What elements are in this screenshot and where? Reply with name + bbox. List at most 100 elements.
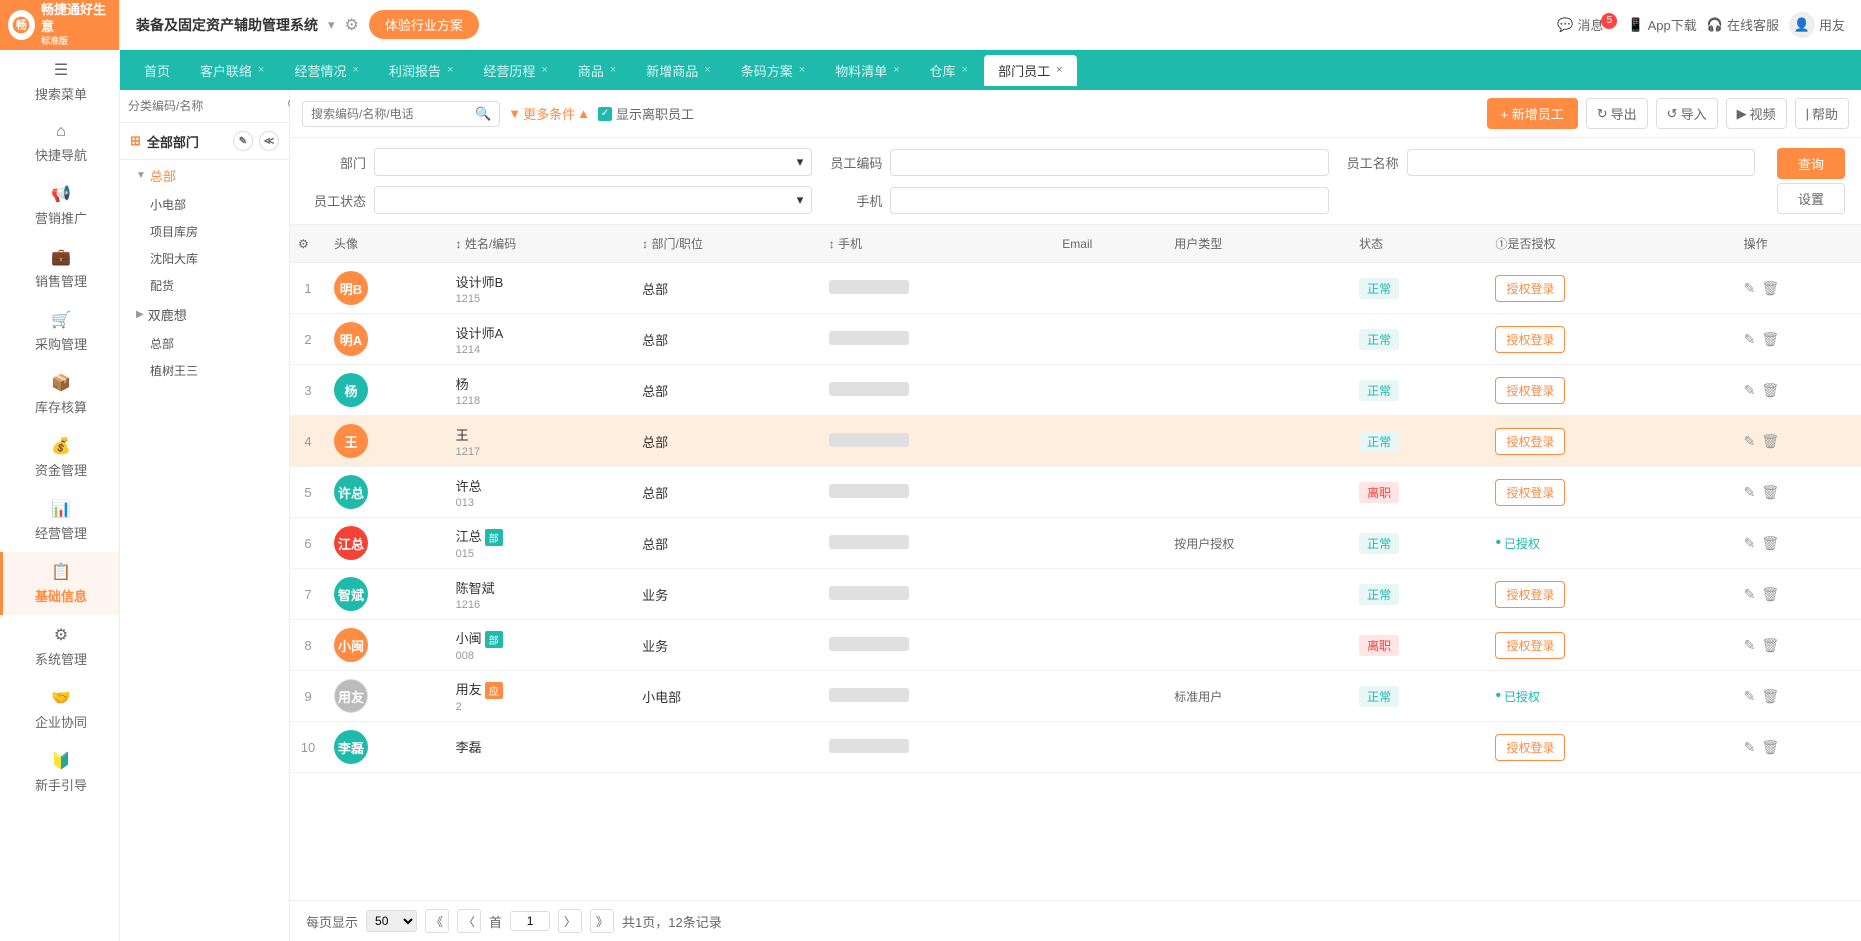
sidebar-item-guide[interactable]: 🔰 新手引导 — [0, 741, 119, 804]
tab-close-operation[interactable]: × — [352, 64, 358, 76]
sidebar-item-marketing[interactable]: 📢 营销推广 — [0, 174, 119, 237]
auth-btn[interactable]: 授权登录 — [1495, 632, 1565, 659]
help-btn[interactable]: | 帮助 — [1795, 98, 1849, 129]
tree-edit-btn[interactable]: ✎ — [233, 131, 253, 151]
add-employee-btn[interactable]: + 新增员工 — [1487, 98, 1578, 129]
delete-btn[interactable]: 🗑 — [1761, 586, 1779, 603]
sidebar-item-collab[interactable]: 🤝 企业协同 — [0, 678, 119, 741]
sidebar-item-finance[interactable]: 💰 资金管理 — [0, 426, 119, 489]
tab-close-material[interactable]: × — [893, 64, 899, 76]
tab-close-profit[interactable]: × — [447, 64, 453, 76]
col-settings[interactable]: ⚙ — [290, 225, 326, 263]
tree-node-shuanglu[interactable]: ▶ 双鹿想 — [120, 299, 289, 330]
delete-btn[interactable]: 🗑 — [1761, 688, 1779, 705]
next-page-btn[interactable]: 〉 — [558, 909, 582, 933]
tree-search-input[interactable] — [128, 99, 283, 113]
auth-btn[interactable]: 授权登录 — [1495, 734, 1565, 761]
col-dept[interactable]: ↕ 部门/职位 — [634, 225, 821, 263]
user-avatar-btn[interactable]: 👤 用友 — [1789, 12, 1845, 38]
status-select[interactable]: ▾ — [374, 186, 812, 214]
tab-profit[interactable]: 利润报告 × — [375, 55, 467, 86]
edit-btn[interactable]: ✎ — [1744, 688, 1756, 705]
message-btn[interactable]: 💬 消息 5 — [1557, 15, 1617, 34]
first-page-btn[interactable]: 《 — [425, 909, 449, 933]
sidebar-item-stock[interactable]: 📦 库存核算 — [0, 363, 119, 426]
sidebar-item-basic[interactable]: 📋 基础信息 — [0, 552, 119, 615]
delete-btn[interactable]: 🗑 — [1761, 331, 1779, 348]
tree-child-xiangmu[interactable]: 项目库房 — [120, 218, 289, 245]
tab-close-barcode[interactable]: × — [799, 64, 805, 76]
delete-btn[interactable]: 🗑 — [1761, 433, 1779, 450]
auth-btn[interactable]: 授权登录 — [1495, 377, 1565, 404]
auth-btn[interactable]: 授权登录 — [1495, 428, 1565, 455]
delete-btn[interactable]: 🗑 — [1761, 739, 1779, 756]
tree-child-zhishu[interactable]: 植树王三 — [120, 357, 289, 384]
edit-btn[interactable]: ✎ — [1744, 535, 1756, 552]
set-btn[interactable]: 设置 — [1777, 183, 1845, 214]
sidebar-item-operation[interactable]: 📊 经营管理 — [0, 489, 119, 552]
gear-icon[interactable]: ⚙ — [345, 15, 359, 35]
tab-goods[interactable]: 商品 × — [564, 55, 630, 86]
tree-child-zongbu[interactable]: 总部 — [120, 330, 289, 357]
per-page-select[interactable]: 50 20 100 — [366, 910, 417, 932]
delete-btn[interactable]: 🗑 — [1761, 637, 1779, 654]
code-input[interactable] — [890, 149, 1328, 176]
phone-input[interactable] — [890, 187, 1328, 214]
tab-newgoods[interactable]: 新增商品 × — [632, 55, 724, 86]
auth-btn[interactable]: 授权登录 — [1495, 581, 1565, 608]
dropdown-icon[interactable]: ▾ — [328, 17, 335, 33]
edit-btn[interactable]: ✎ — [1744, 433, 1756, 450]
tab-operation[interactable]: 经营情况 × — [280, 55, 372, 86]
edit-btn[interactable]: ✎ — [1744, 484, 1756, 501]
tab-close-goods[interactable]: × — [610, 64, 616, 76]
view-btn[interactable]: ▶ 视频 — [1726, 98, 1787, 129]
auth-btn[interactable]: 授权登录 — [1495, 479, 1565, 506]
sidebar-item-purchase[interactable]: 🛒 采购管理 — [0, 300, 119, 363]
sidebar-item-system[interactable]: ⚙ 系统管理 — [0, 615, 119, 678]
auth-btn[interactable]: 授权登录 — [1495, 326, 1565, 353]
import-btn[interactable]: ↺ 导入 — [1656, 98, 1718, 129]
tab-close-process[interactable]: × — [541, 64, 547, 76]
tree-collapse-btn[interactable]: ≪ — [259, 131, 279, 151]
prev-page-btn[interactable]: 〈 — [457, 909, 481, 933]
tab-close-customer[interactable]: × — [258, 64, 264, 76]
tree-node-zongbu[interactable]: ▼ 总部 — [120, 160, 289, 191]
export-btn[interactable]: ↻ 导出 — [1586, 98, 1648, 129]
delete-btn[interactable]: 🗑 — [1761, 280, 1779, 297]
query-btn[interactable]: 查询 — [1777, 148, 1845, 179]
tree-child-peihuo[interactable]: 配货 — [120, 272, 289, 299]
search-icon[interactable]: 🔍 — [475, 106, 491, 122]
sidebar-item-search[interactable]: ☰ 搜索菜单 — [0, 50, 119, 113]
dept-select[interactable]: ▾ — [374, 148, 812, 176]
page-input[interactable] — [510, 911, 550, 931]
online-service-btn[interactable]: 🎧 在线客服 — [1707, 15, 1779, 34]
tab-customer[interactable]: 客户联络 × — [186, 55, 278, 86]
edit-btn[interactable]: ✎ — [1744, 586, 1756, 603]
app-download-btn[interactable]: 📱 App下载 — [1627, 15, 1696, 34]
delete-btn[interactable]: 🗑 — [1761, 484, 1779, 501]
auth-btn[interactable]: 授权登录 — [1495, 275, 1565, 302]
edit-btn[interactable]: ✎ — [1744, 280, 1756, 297]
tab-barcode[interactable]: 条码方案 × — [727, 55, 819, 86]
tab-employees[interactable]: 部门员工 × — [984, 55, 1076, 86]
tab-process[interactable]: 经营历程 × — [469, 55, 561, 86]
tab-close-newgoods[interactable]: × — [704, 64, 710, 76]
edit-btn[interactable]: ✎ — [1744, 331, 1756, 348]
tab-warehouse[interactable]: 仓库 × — [916, 55, 982, 86]
delete-btn[interactable]: 🗑 — [1761, 535, 1779, 552]
col-name[interactable]: ↕ 姓名/编码 — [448, 225, 635, 263]
last-page-btn[interactable]: 》 — [590, 909, 614, 933]
experience-btn[interactable]: 体验行业方案 — [369, 10, 479, 39]
filter-more-btn[interactable]: ▼ 更多条件 ▲ — [508, 104, 590, 123]
edit-btn[interactable]: ✎ — [1744, 739, 1756, 756]
tab-close-warehouse[interactable]: × — [962, 64, 968, 76]
col-phone[interactable]: ↕ 手机 — [821, 225, 1055, 263]
tab-close-employees[interactable]: × — [1056, 64, 1062, 76]
tree-child-shenyang[interactable]: 沈阳大库 — [120, 245, 289, 272]
tab-material[interactable]: 物料清单 × — [821, 55, 913, 86]
delete-btn[interactable]: 🗑 — [1761, 382, 1779, 399]
name-input[interactable] — [1407, 149, 1755, 176]
tree-child-xiaodianbu[interactable]: 小电部 — [120, 191, 289, 218]
edit-btn[interactable]: ✎ — [1744, 637, 1756, 654]
show-resigned-checkbox[interactable]: ✓ — [598, 107, 612, 121]
